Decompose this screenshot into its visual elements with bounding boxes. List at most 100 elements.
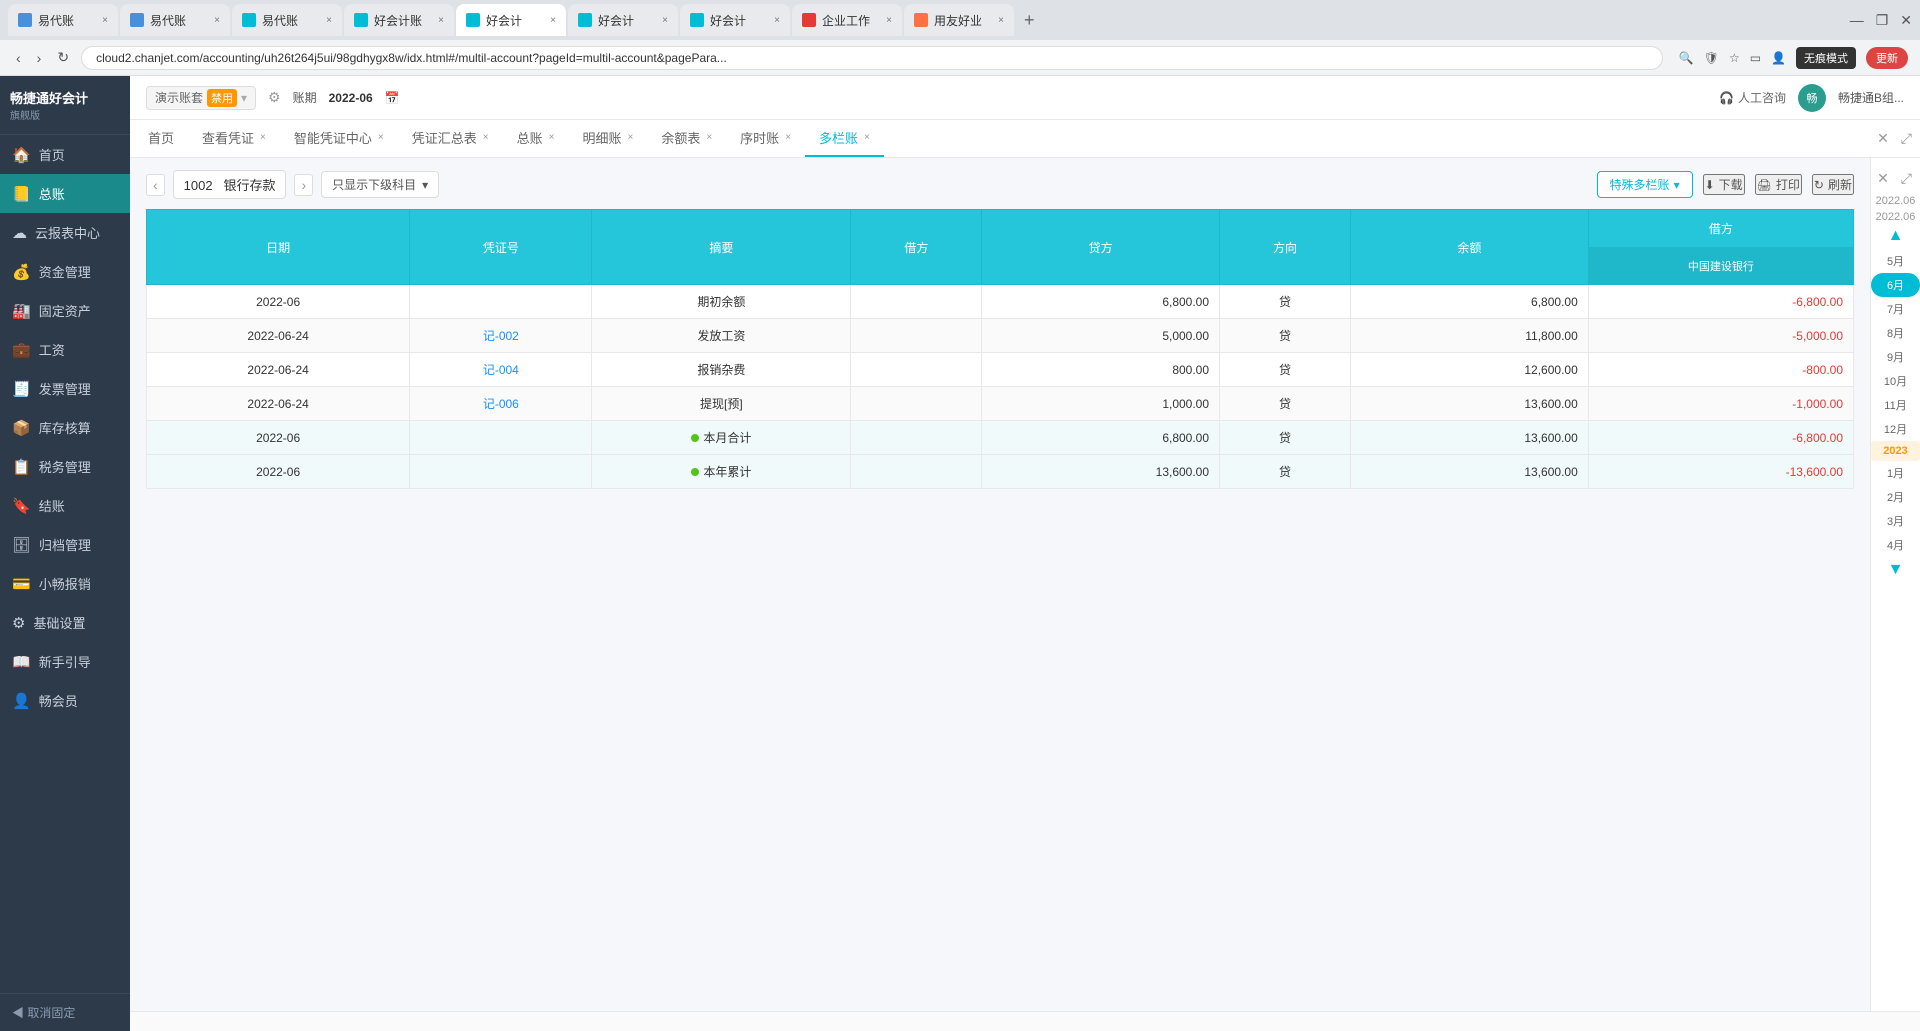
tab-dl-close[interactable]: × [627, 132, 633, 143]
new-tab-button[interactable]: + [1016, 10, 1043, 31]
settings-gear-icon[interactable]: ⚙ [268, 89, 281, 106]
timeline-month-12[interactable]: 12月 [1871, 417, 1920, 441]
sidebar-item-fixed-assets[interactable]: 🏭 固定资产 [0, 291, 130, 330]
sidebar-item-tax[interactable]: 📋 税务管理 [0, 447, 130, 486]
timeline-month-8[interactable]: 8月 [1871, 321, 1920, 345]
timeline-month-9[interactable]: 9月 [1871, 345, 1920, 369]
tab-close-1[interactable]: × [102, 15, 108, 26]
close-panel-icon[interactable]: ✕ [1873, 126, 1893, 151]
minimize-icon[interactable]: — [1850, 12, 1864, 28]
timeline-scroll-up-icon[interactable]: ▲ [1888, 227, 1904, 245]
timeline-scroll-down-icon[interactable]: ▼ [1888, 561, 1904, 579]
tab-voucher-summary[interactable]: 凭证汇总表 × [398, 120, 503, 157]
consult-button[interactable]: 🎧 人工咨询 [1719, 89, 1786, 106]
refresh-button[interactable]: ↻ 刷新 [1812, 174, 1854, 195]
cell-voucher[interactable]: 记-006 [410, 387, 592, 421]
forward-button[interactable]: › [33, 46, 46, 70]
tab-2[interactable]: 易代账 × [120, 4, 230, 36]
account-icon[interactable]: 👤 [1771, 51, 1786, 65]
prev-account-button[interactable]: ‹ [146, 174, 165, 196]
cell-voucher[interactable]: 记-002 [410, 319, 592, 353]
tab-multicolumn[interactable]: 多栏账 × [805, 120, 884, 157]
bottom-scrollbar[interactable] [130, 1011, 1920, 1031]
period-value: 2022-06 [329, 91, 373, 105]
tab-3[interactable]: 易代账 × [232, 4, 342, 36]
timeline-month-10[interactable]: 10月 [1871, 369, 1920, 393]
col-extra-main: 借方 [1597, 220, 1845, 237]
star-icon[interactable]: ☆ [1729, 51, 1740, 65]
tab-close-6[interactable]: × [662, 15, 668, 26]
demo-chevron-icon[interactable]: ▾ [241, 91, 247, 105]
timeline-month-5[interactable]: 5月 [1871, 249, 1920, 273]
sidebar-item-expense[interactable]: 💳 小畅报销 [0, 564, 130, 603]
update-button[interactable]: 更新 [1866, 47, 1908, 69]
calendar-icon[interactable]: 📅 [385, 91, 400, 105]
timeline-expand-icon[interactable]: ⤢ [1897, 166, 1916, 191]
tab-home[interactable]: 首页 [134, 120, 188, 157]
special-multicolumn-button[interactable]: 特殊多栏账 ▾ [1597, 171, 1693, 198]
restore-icon[interactable]: ❐ [1876, 12, 1889, 29]
sidebar-item-closing[interactable]: 🔖 结账 [0, 486, 130, 525]
tab-4[interactable]: 好会计账 × [344, 4, 454, 36]
tab-multi-close[interactable]: × [864, 132, 870, 143]
sidebar-item-funds[interactable]: 💰 资金管理 [0, 252, 130, 291]
tab-smart-voucher[interactable]: 智能凭证中心 × [280, 120, 398, 157]
expand-panel-icon[interactable]: ⤢ [1897, 126, 1916, 151]
tab-close-8[interactable]: × [886, 15, 892, 26]
tab-smart-close[interactable]: × [378, 132, 384, 143]
tab-close-4[interactable]: × [438, 15, 444, 26]
no-trace-button[interactable]: 无痕模式 [1796, 47, 1856, 69]
tab-voucher[interactable]: 查看凭证 × [188, 120, 280, 157]
timeline-month-4[interactable]: 4月 [1871, 533, 1920, 557]
sidebar-item-cloud-report[interactable]: ☁ 云报表中心 [0, 213, 130, 252]
sidebar-item-ledger[interactable]: 📒 总账 [0, 174, 130, 213]
sidebar-item-payroll[interactable]: 💼 工资 [0, 330, 130, 369]
sidebar-toggle-icon[interactable]: ▭ [1750, 51, 1761, 65]
tab-9[interactable]: 用友好业 × [904, 4, 1014, 36]
search-icon[interactable]: 🔍 [1679, 51, 1694, 65]
close-window-icon[interactable]: ✕ [1900, 12, 1912, 29]
filter-dropdown[interactable]: 只显示下级科目 ▾ [321, 171, 439, 198]
tab-detail-ledger[interactable]: 明细账 × [568, 120, 647, 157]
timeline-month-6[interactable]: 6月 [1871, 273, 1920, 297]
sidebar-item-invoice[interactable]: 🧾 发票管理 [0, 369, 130, 408]
reload-button[interactable]: ↻ [53, 45, 73, 70]
download-button[interactable]: ⬇ 下载 [1703, 174, 1745, 195]
timeline-month-3[interactable]: 3月 [1871, 509, 1920, 533]
timeline-month-7[interactable]: 7月 [1871, 297, 1920, 321]
timeline-month-11[interactable]: 11月 [1871, 393, 1920, 417]
sidebar-unpin-button[interactable]: ◀ 取消固定 [0, 993, 130, 1031]
tab-close-7[interactable]: × [774, 15, 780, 26]
tab-balance-close[interactable]: × [706, 132, 712, 143]
tab-5[interactable]: 好会计 × [456, 4, 566, 36]
sidebar-item-archive[interactable]: 🗄 归档管理 [0, 525, 130, 564]
tab-gl-close[interactable]: × [549, 132, 555, 143]
tab-balance[interactable]: 余额表 × [647, 120, 726, 157]
print-button[interactable]: 🖨 打印 [1755, 174, 1802, 195]
tab-6[interactable]: 好会计 × [568, 4, 678, 36]
tab-vsummary-close[interactable]: × [483, 132, 489, 143]
tab-close-5[interactable]: × [550, 15, 556, 26]
url-input[interactable]: cloud2.chanjet.com/accounting/uh26t264j5… [81, 46, 1663, 70]
tab-general-ledger[interactable]: 总账 × [503, 120, 569, 157]
tab-voucher-close[interactable]: × [260, 132, 266, 143]
tab-1[interactable]: 易代账 × [8, 4, 118, 36]
sidebar-item-settings[interactable]: ⚙ 基础设置 [0, 603, 130, 642]
tab-close-9[interactable]: × [998, 15, 1004, 26]
sidebar-item-guide[interactable]: 📖 新手引导 [0, 642, 130, 681]
tab-8[interactable]: 企业工作 × [792, 4, 902, 36]
next-account-button[interactable]: › [294, 174, 313, 196]
cell-voucher[interactable]: 记-004 [410, 353, 592, 387]
back-button[interactable]: ‹ [12, 46, 25, 70]
tab-close-2[interactable]: × [214, 15, 220, 26]
timeline-month-1[interactable]: 1月 [1871, 461, 1920, 485]
tab-7[interactable]: 好会计 × [680, 4, 790, 36]
sidebar-item-home[interactable]: 🏠 首页 [0, 135, 130, 174]
tab-close-3[interactable]: × [326, 15, 332, 26]
sidebar-item-member[interactable]: 👤 畅会员 [0, 681, 130, 720]
timeline-close-icon[interactable]: ✕ [1873, 166, 1893, 191]
timeline-month-2[interactable]: 2月 [1871, 485, 1920, 509]
tab-chronological[interactable]: 序时账 × [726, 120, 805, 157]
sidebar-item-inventory[interactable]: 📦 库存核算 [0, 408, 130, 447]
tab-chron-close[interactable]: × [785, 132, 791, 143]
